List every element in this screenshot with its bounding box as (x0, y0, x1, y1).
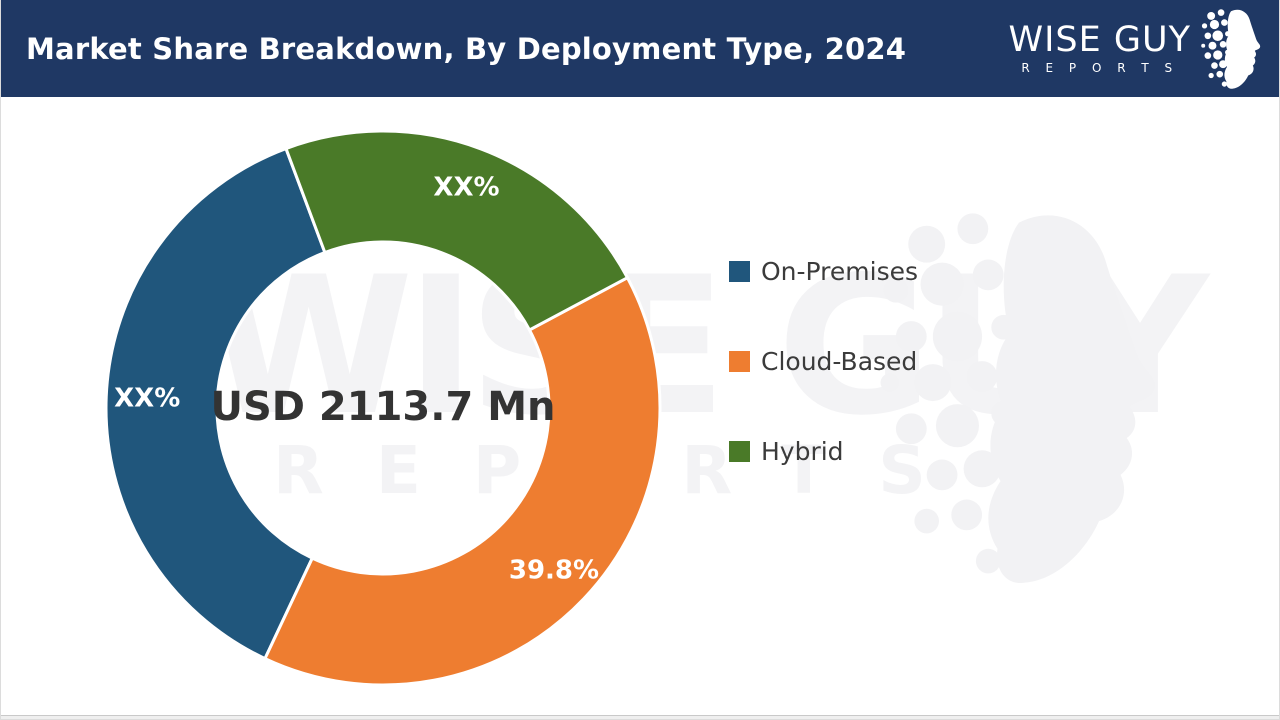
legend-item-cloud-based: Cloud-Based (729, 346, 918, 376)
legend-label-on-premises: On-Premises (761, 256, 919, 286)
header-bar: Market Share Breakdown, By Deployment Ty… (1, 0, 1279, 97)
logo-wordmark: WISE GUY (1008, 19, 1191, 60)
chart-center-value: USD 2113.7 Mn (210, 384, 556, 430)
legend-swatch-on-premises (729, 260, 750, 282)
pie-segment-hybrid (284, 129, 629, 332)
infographic-page: Market Share Breakdown, By Deployment Ty… (0, 0, 1280, 720)
segment-label-on-premises: XX% (114, 383, 180, 413)
page-title: Market Share Breakdown, By Deployment Ty… (26, 31, 907, 66)
wise-guy-logo: WISE GUY R E P O R T S (1008, 6, 1267, 92)
footer-divider (1, 715, 1279, 719)
legend-swatch-hybrid (729, 440, 750, 462)
logo-text: WISE GUY R E P O R T S (1008, 19, 1191, 75)
legend-item-on-premises: On-Premises (729, 256, 918, 286)
logo-subtitle: R E P O R T S (1021, 60, 1179, 75)
chart-legend: On-Premises Cloud-Based Hybrid (729, 256, 918, 526)
segment-label-cloud-based: 39.8% (509, 556, 599, 586)
legend-label-hybrid: Hybrid (761, 436, 844, 466)
legend-swatch-cloud-based (729, 350, 750, 372)
segment-label-hybrid: XX% (433, 172, 499, 202)
legend-item-hybrid: Hybrid (729, 436, 918, 466)
legend-label-cloud-based: Cloud-Based (761, 346, 918, 376)
pie-segment-cloud-based (263, 276, 662, 687)
logo-head-profile-icon (1201, 8, 1261, 89)
